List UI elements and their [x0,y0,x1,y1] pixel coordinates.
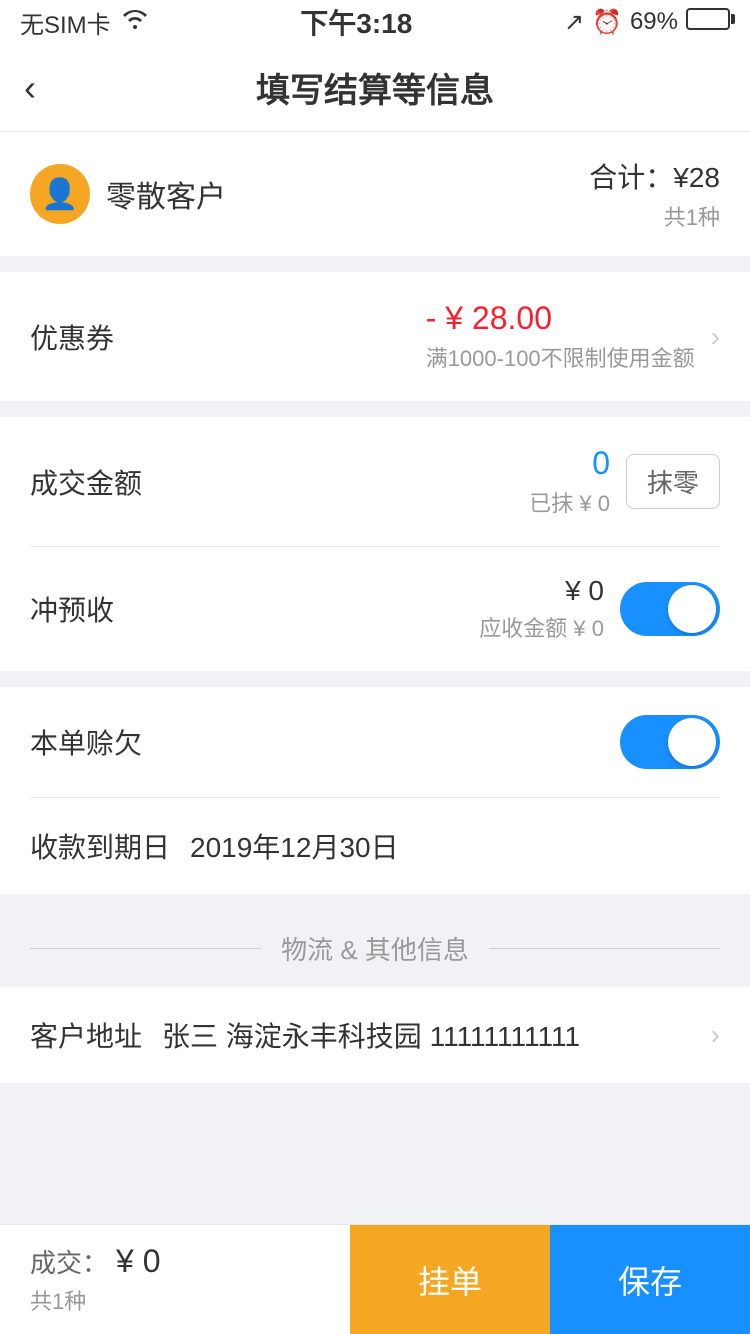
prepayment-right: ¥ 0 应收金额 ¥ 0 [479,575,720,643]
customer-name: 零散客户 [106,172,226,216]
address-label: 客户地址 [30,1015,142,1055]
location-icon: ↗ [564,8,584,37]
content: 👤 零散客户 合计：¥28 共1种 优惠券 - ¥ 28.00 满1000-10… [0,132,750,1219]
nav-title: 填写结算等信息 [256,63,494,112]
address-chevron-icon: › [711,1019,720,1051]
deal-amount-value-group: 0 已抹 ¥ 0 [529,445,610,518]
coupon-label: 优惠券 [30,317,114,357]
round-zero-button[interactable]: 抹零 [626,454,720,509]
debit-section: 本单赊欠 收款到期日 2019年12月30日 [0,687,750,894]
debit-row: 本单赊欠 [0,687,750,797]
hang-button[interactable]: 挂单 [350,1225,550,1334]
battery-icon [686,8,730,37]
status-right: ↗ ⏰ 69% [564,8,730,37]
coupon-value: - ¥ 28.00 [426,300,695,337]
deal-amount-section: 成交金额 0 已抹 ¥ 0 抹零 冲预收 ¥ 0 应收 [0,417,750,671]
address-value: 张三 海淀永丰科技园 11111111111 [162,1015,711,1055]
prepayment-label: 冲预收 [30,589,114,629]
debit-toggle[interactable] [620,715,720,769]
deal-amount-row: 成交金额 0 已抹 ¥ 0 抹零 [0,417,750,546]
status-bar: 无SIM卡 下午3:18 ↗ ⏰ 69% [0,0,750,44]
divider-2 [0,401,750,417]
save-button[interactable]: 保存 [550,1225,750,1334]
wifi-icon [121,8,149,36]
avatar-icon: 👤 [41,177,78,212]
prepayment-row: 冲预收 ¥ 0 应收金额 ¥ 0 [0,547,750,671]
bottom-deal-label: 成交： [30,1243,108,1280]
logistics-label: 物流 & 其他信息 [281,930,469,967]
logistics-divider: 物流 & 其他信息 [30,930,720,967]
bottom-deal-value: ¥ 0 [116,1243,160,1280]
deal-amount-right: 0 已抹 ¥ 0 抹零 [529,445,720,518]
customer-avatar: 👤 [30,164,90,224]
divider-5 [0,1083,750,1099]
customer-right: 合计：¥28 共1种 [589,156,720,232]
coupon-section[interactable]: 优惠券 - ¥ 28.00 满1000-100不限制使用金额 › [0,272,750,401]
customer-row: 👤 零散客户 合计：¥28 共1种 [0,132,750,256]
coupon-right: - ¥ 28.00 满1000-100不限制使用金额 › [426,300,720,373]
divider-3 [0,671,750,687]
divider-1 [0,256,750,272]
customer-left: 👤 零散客户 [30,164,226,224]
debit-label: 本单赊欠 [30,722,142,762]
logistics-section: 物流 & 其他信息 [0,910,750,987]
prepayment-value-group: ¥ 0 应收金额 ¥ 0 [479,575,604,643]
deal-amount-label: 成交金额 [30,462,142,502]
battery-percent: 69% [630,8,678,36]
debit-toggle-knob [668,718,716,766]
bottom-info: 成交： ¥ 0 共1种 [0,1243,350,1316]
address-section[interactable]: 客户地址 张三 海淀永丰科技园 11111111111 › [0,987,750,1083]
prepayment-sub: 应收金额 ¥ 0 [479,611,604,643]
coupon-value-group: - ¥ 28.00 满1000-100不限制使用金额 [426,300,695,373]
status-left: 无SIM卡 [20,5,149,40]
coupon-chevron-icon: › [711,321,720,353]
deal-amount-sub: 已抹 ¥ 0 [529,486,610,518]
due-date-label: 收款到期日 [30,826,170,866]
bottom-count: 共1种 [30,1284,320,1316]
prepayment-value: ¥ 0 [565,575,604,606]
deal-amount-value: 0 [592,445,610,481]
prepayment-toggle[interactable] [620,582,720,636]
divider-4 [0,894,750,910]
coupon-sub: 满1000-100不限制使用金额 [426,341,695,373]
coupon-row[interactable]: 优惠券 - ¥ 28.00 满1000-100不限制使用金额 › [0,272,750,401]
toggle-knob [668,585,716,633]
carrier-label: 无SIM卡 [20,5,111,40]
nav-bar: ‹ 填写结算等信息 [0,44,750,132]
due-date-row: 收款到期日 2019年12月30日 [0,798,750,894]
address-row[interactable]: 客户地址 张三 海淀永丰科技园 11111111111 › [0,987,750,1083]
due-date-value: 2019年12月30日 [190,826,399,866]
customer-total: 合计：¥28 [589,156,720,196]
alarm-icon: ⏰ [592,8,622,37]
bottom-deal: 成交： ¥ 0 [30,1243,320,1280]
customer-count: 共1种 [589,200,720,232]
back-button[interactable]: ‹ [24,67,36,109]
customer-section: 👤 零散客户 合计：¥28 共1种 [0,132,750,256]
status-time: 下午3:18 [300,2,412,42]
bottom-bar: 成交： ¥ 0 共1种 挂单 保存 [0,1224,750,1334]
